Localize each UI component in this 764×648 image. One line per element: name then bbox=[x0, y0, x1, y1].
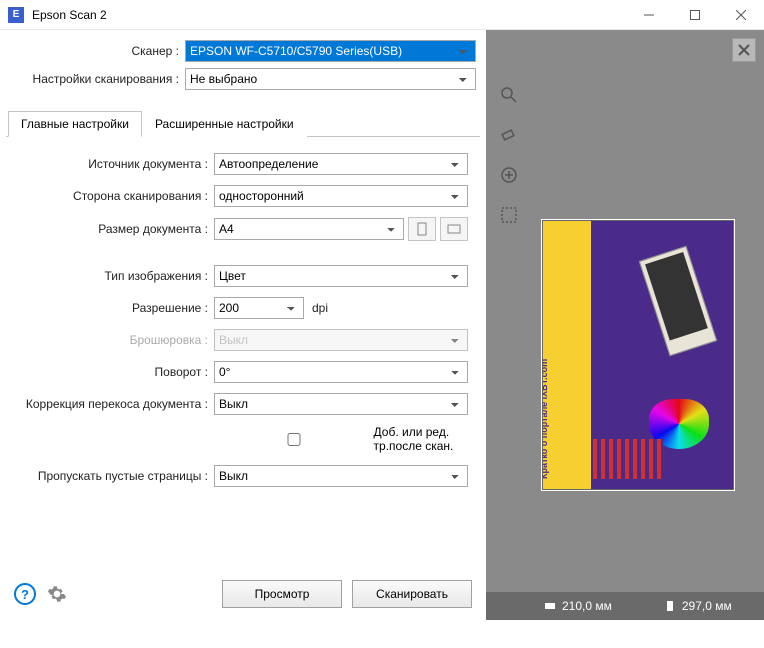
image-type-label: Тип изображения : bbox=[10, 269, 214, 283]
marquee-tool[interactable] bbox=[496, 202, 522, 228]
stitching-label: Брошюровка : bbox=[10, 333, 214, 347]
scanner-label: Сканер : bbox=[10, 44, 185, 58]
add-edit-after-scan-checkbox[interactable] bbox=[220, 433, 368, 446]
document-source-label: Источник документа : bbox=[10, 157, 214, 171]
tabs: Главные настройки Расширенные настройки bbox=[6, 110, 480, 137]
maximize-button[interactable] bbox=[672, 0, 718, 30]
titlebar: E Epson Scan 2 bbox=[0, 0, 764, 30]
settings-panel: Сканер : EPSON WF-C5710/C5790 Series(USB… bbox=[0, 30, 486, 620]
preview-close-button[interactable] bbox=[732, 38, 756, 62]
height-icon bbox=[664, 600, 676, 612]
preview-bars-graphic bbox=[593, 439, 663, 479]
add-edit-after-scan-label: Доб. или ред. тр.после скан. bbox=[374, 425, 468, 453]
tab-main-settings[interactable]: Главные настройки bbox=[8, 111, 142, 137]
image-type-select[interactable]: Цвет bbox=[214, 265, 468, 287]
tab-content-main: Источник документа : Автоопределение Сто… bbox=[6, 137, 480, 574]
resolution-label: Разрешение : bbox=[10, 301, 214, 315]
deskew-select[interactable]: Выкл bbox=[214, 393, 468, 415]
scan-preview-image[interactable]: Кратко о портале iXBT.com bbox=[542, 220, 734, 490]
width-icon bbox=[544, 600, 556, 612]
window-title: Epson Scan 2 bbox=[32, 8, 626, 22]
orientation-portrait-button[interactable] bbox=[408, 217, 436, 241]
plus-circle-icon bbox=[500, 166, 518, 184]
scan-settings-select[interactable]: Не выбрано bbox=[185, 68, 476, 90]
gear-icon bbox=[47, 584, 67, 604]
zoom-tool[interactable] bbox=[496, 82, 522, 108]
dashed-rect-icon bbox=[500, 206, 518, 224]
preview-panel: Кратко о портале iXBT.com 210,0 мм 297,0… bbox=[486, 30, 764, 620]
settings-gear-button[interactable] bbox=[46, 583, 68, 605]
scanner-select[interactable]: EPSON WF-C5710/C5790 Series(USB) bbox=[185, 40, 476, 62]
scan-settings-label: Настройки сканирования : bbox=[10, 72, 185, 86]
status-width: 210,0 мм bbox=[562, 599, 612, 613]
document-size-select[interactable]: A4 bbox=[214, 218, 404, 240]
scan-side-select[interactable]: односторонний bbox=[214, 185, 468, 207]
eraser-icon bbox=[500, 126, 518, 144]
preview-headline: Кратко о портале iXBT.com bbox=[542, 229, 549, 479]
document-source-select[interactable]: Автоопределение bbox=[214, 153, 468, 175]
resolution-unit: dpi bbox=[312, 301, 328, 315]
eraser-tool[interactable] bbox=[496, 122, 522, 148]
magnifier-icon bbox=[500, 86, 518, 104]
help-button[interactable]: ? bbox=[14, 583, 36, 605]
preview-status-bar: 210,0 мм 297,0 мм bbox=[486, 592, 764, 620]
orientation-landscape-button[interactable] bbox=[440, 217, 468, 241]
tab-advanced-settings[interactable]: Расширенные настройки bbox=[142, 111, 307, 137]
app-icon: E bbox=[8, 7, 24, 23]
close-button[interactable] bbox=[718, 0, 764, 30]
minimize-button[interactable] bbox=[626, 0, 672, 30]
skip-blank-label: Пропускать пустые страницы : bbox=[10, 469, 214, 483]
stitching-select: Выкл bbox=[214, 329, 468, 351]
preview-toolbar bbox=[496, 82, 522, 228]
add-marquee-tool[interactable] bbox=[496, 162, 522, 188]
deskew-label: Коррекция перекоса документа : bbox=[10, 397, 214, 411]
preview-phone-graphic bbox=[639, 246, 717, 357]
scan-side-label: Сторона сканирования : bbox=[10, 189, 214, 203]
document-size-label: Размер документа : bbox=[10, 222, 214, 236]
skip-blank-select[interactable]: Выкл bbox=[214, 465, 468, 487]
rotate-select[interactable]: 0° bbox=[214, 361, 468, 383]
rotate-label: Поворот : bbox=[10, 365, 214, 379]
status-height: 297,0 мм bbox=[682, 599, 732, 613]
resolution-select[interactable]: 200 bbox=[214, 297, 304, 319]
bottom-bar: ? Просмотр Сканировать bbox=[6, 574, 480, 614]
scan-button[interactable]: Сканировать bbox=[352, 580, 472, 608]
preview-button[interactable]: Просмотр bbox=[222, 580, 342, 608]
